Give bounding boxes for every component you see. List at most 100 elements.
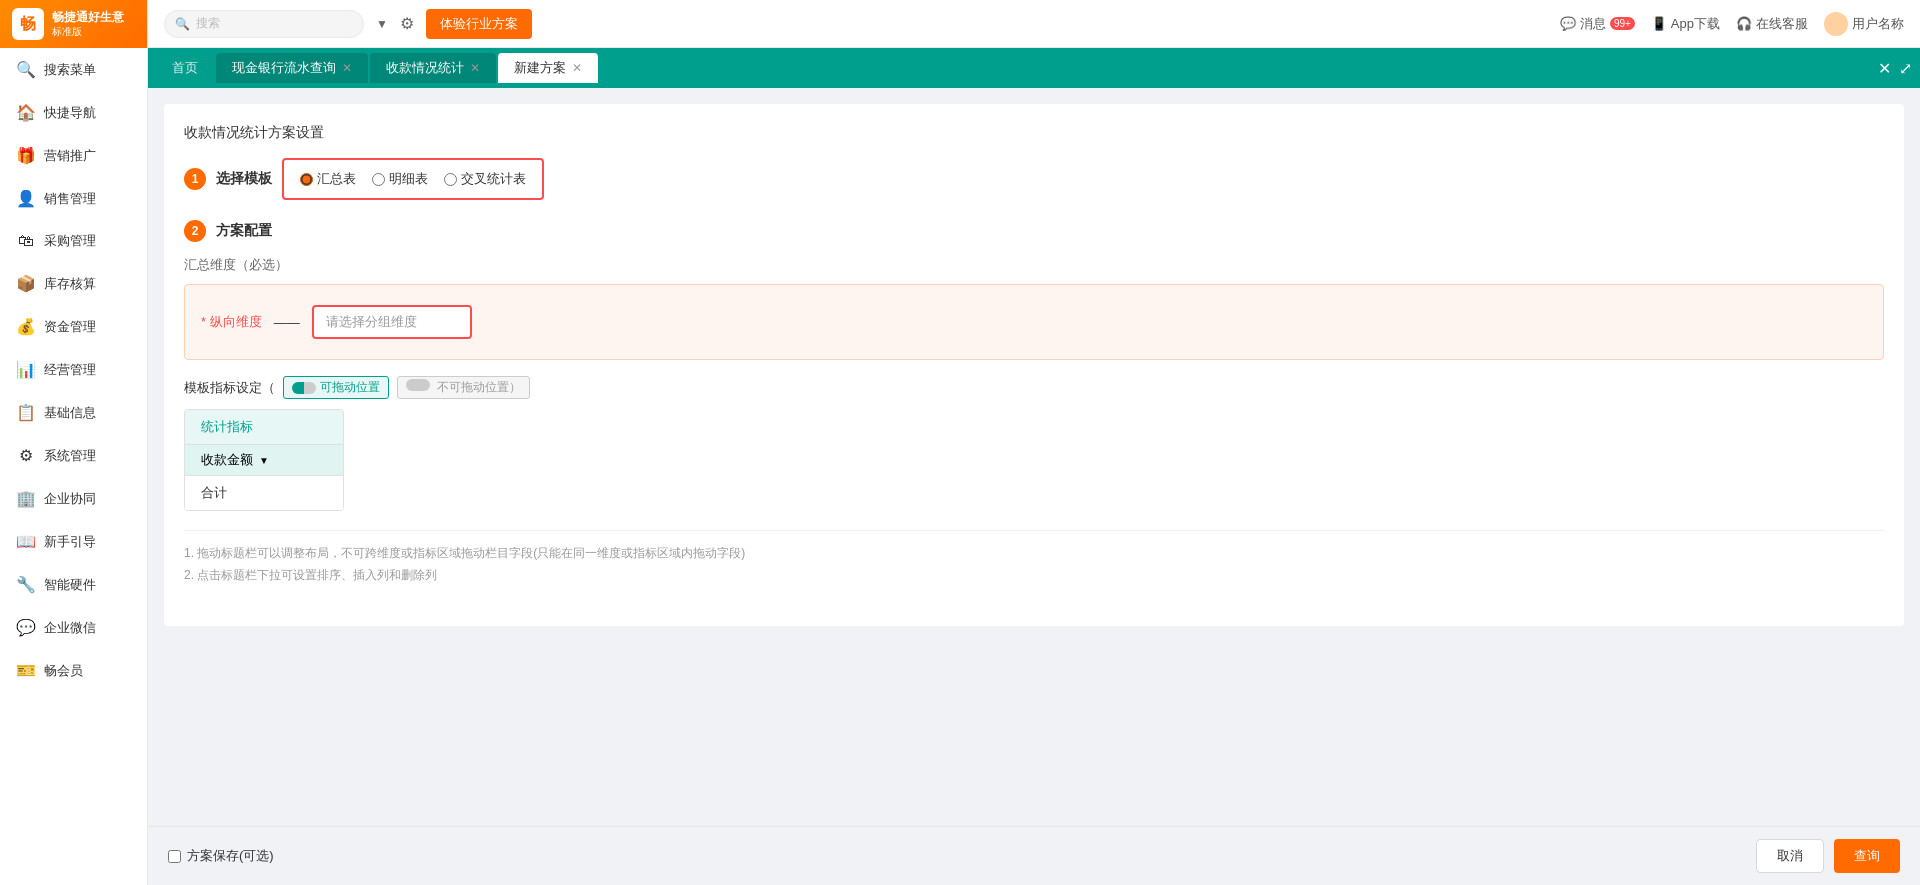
download-icon: 📱 <box>1651 16 1667 31</box>
user-action[interactable]: 用户名称 <box>1824 12 1904 36</box>
gear-icon: ⚙ <box>16 446 36 465</box>
message-badge: 99+ <box>1610 17 1635 30</box>
sidebar-item-hardware[interactable]: 🔧 智能硬件 <box>0 563 147 606</box>
tab-collection[interactable]: 收款情况统计 ✕ <box>370 53 496 83</box>
query-button[interactable]: 查询 <box>1834 839 1900 873</box>
tip1: 1. 拖动标题栏可以调整布局，不可跨维度或指标区域拖动栏目字段(只能在同一维度或… <box>184 543 1884 565</box>
dimension-section-title: 汇总维度（必选） <box>184 256 1884 274</box>
tab-new-plan[interactable]: 新建方案 ✕ <box>498 53 598 83</box>
sidebar-item-inventory[interactable]: 📦 库存核算 <box>0 262 147 305</box>
cancel-button[interactable]: 取消 <box>1756 839 1824 873</box>
message-icon: 💬 <box>1560 16 1576 31</box>
tip2: 2. 点击标题栏下拉可设置排序、插入列和删除列 <box>184 565 1884 587</box>
home-icon: 🏠 <box>16 103 36 122</box>
step1-number: 1 <box>184 168 206 190</box>
user-icon: 👤 <box>16 189 36 208</box>
building-icon: 🏢 <box>16 489 36 508</box>
message-action[interactable]: 💬 消息 99+ <box>1560 15 1635 33</box>
header: 🔍 搜索 ▼ ⚙ 体验行业方案 💬 消息 99+ 📱 App下载 🎧 在线客服 … <box>148 0 1920 48</box>
search-menu-icon: 🔍 <box>16 60 36 79</box>
template-radio-group: 汇总表 明细表 交叉统计表 <box>300 170 526 188</box>
close-window-icon[interactable]: ✕ <box>1878 59 1891 78</box>
search-icon: 🔍 <box>175 17 190 31</box>
wrench-icon: 🔧 <box>16 575 36 594</box>
step2-section: 2 方案配置 汇总维度（必选） * 纵向维度 —— 请选择分组维度 <box>184 220 1884 586</box>
book-icon: 📖 <box>16 532 36 551</box>
settings-button[interactable]: ⚙ <box>400 14 414 33</box>
indicator-title-text: 模板指标设定（ <box>184 379 275 397</box>
sidebar-item-guide[interactable]: 📖 新手引导 <box>0 520 147 563</box>
download-action[interactable]: 📱 App下载 <box>1651 15 1720 33</box>
logo-icon: 畅 <box>12 8 44 40</box>
tab-home[interactable]: 首页 <box>156 53 214 83</box>
box-icon: 📦 <box>16 274 36 293</box>
sidebar-item-nav[interactable]: 🏠 快捷导航 <box>0 91 147 134</box>
non-draggable-badge: 不可拖动位置） <box>397 376 530 399</box>
arrow-icon: —— <box>274 315 300 330</box>
dimension-box: * 纵向维度 —— 请选择分组维度 <box>184 284 1884 360</box>
sidebar-item-basic[interactable]: 📋 基础信息 <box>0 391 147 434</box>
industry-btn[interactable]: 体验行业方案 <box>426 9 532 39</box>
indicator-section: 模板指标设定（ 可拖动位置 不可拖动位置） 统计指标 <box>184 376 1884 514</box>
tips-section: 1. 拖动标题栏可以调整布局，不可跨维度或指标区域拖动栏目字段(只能在同一维度或… <box>184 530 1884 586</box>
step2-title: 方案配置 <box>216 222 272 240</box>
tab-bank[interactable]: 现金银行流水查询 ✕ <box>216 53 368 83</box>
indicator-column-header[interactable]: 收款金额 ▼ <box>185 445 343 476</box>
page-title: 收款情况统计方案设置 <box>184 124 1884 142</box>
sidebar-item-member[interactable]: 🎫 畅会员 <box>0 649 147 692</box>
service-action[interactable]: 🎧 在线客服 <box>1736 15 1808 33</box>
chart-icon: 📊 <box>16 360 36 379</box>
indicator-table: 统计指标 收款金额 ▼ 合计 <box>184 409 344 511</box>
sidebar-item-marketing[interactable]: 🎁 营销推广 <box>0 134 147 177</box>
sidebar-item-search[interactable]: 🔍 搜索菜单 <box>0 48 147 91</box>
tabs-controls: ✕ ⤢ <box>1878 59 1912 78</box>
dropdown-arrow-icon[interactable]: ▼ <box>376 17 388 31</box>
sidebar-item-operation[interactable]: 📊 经营管理 <box>0 348 147 391</box>
footer-buttons: 取消 查询 <box>1756 839 1900 873</box>
bag-icon: 🛍 <box>16 232 36 250</box>
template-options-box: 汇总表 明细表 交叉统计表 <box>282 158 544 200</box>
user-avatar <box>1824 12 1848 36</box>
gift-icon: 🎁 <box>16 146 36 165</box>
money-icon: 💰 <box>16 317 36 336</box>
dimension-select[interactable]: 请选择分组维度 <box>312 305 472 339</box>
header-actions: 💬 消息 99+ 📱 App下载 🎧 在线客服 用户名称 <box>1560 12 1904 36</box>
save-checkbox[interactable]: 方案保存(可选) <box>168 847 274 865</box>
main-area: 🔍 搜索 ▼ ⚙ 体验行业方案 💬 消息 99+ 📱 App下载 🎧 在线客服 … <box>148 0 1920 885</box>
service-icon: 🎧 <box>1736 16 1752 31</box>
main-card: 收款情况统计方案设置 1 选择模板 汇总表 <box>164 104 1904 626</box>
step1-title: 选择模板 <box>216 170 272 188</box>
step2-header: 2 方案配置 <box>184 220 1884 242</box>
step1-header: 1 选择模板 汇总表 明细表 <box>184 158 1884 200</box>
expand-window-icon[interactable]: ⤢ <box>1899 59 1912 78</box>
sidebar-logo: 畅 畅捷通好生意 标准版 <box>0 0 147 48</box>
vertical-dimension-label: * 纵向维度 <box>201 313 262 331</box>
clipboard-icon: 📋 <box>16 403 36 422</box>
radio-cross[interactable]: 交叉统计表 <box>444 170 526 188</box>
radio-detail[interactable]: 明细表 <box>372 170 428 188</box>
chevron-down-icon[interactable]: ▼ <box>259 455 269 466</box>
sidebar-item-enterprise[interactable]: 🏢 企业协同 <box>0 477 147 520</box>
logo-text: 畅捷通好生意 标准版 <box>52 10 124 39</box>
indicator-table-header: 统计指标 <box>185 410 343 445</box>
tab-collection-close[interactable]: ✕ <box>470 61 480 75</box>
indicator-total-row: 合计 <box>185 476 343 510</box>
save-checkbox-input[interactable] <box>168 850 181 863</box>
sidebar-item-system[interactable]: ⚙ 系统管理 <box>0 434 147 477</box>
vertical-dimension-row: * 纵向维度 —— 请选择分组维度 <box>201 305 1867 339</box>
footer: 方案保存(可选) 取消 查询 <box>148 826 1920 885</box>
step1-section: 1 选择模板 汇总表 明细表 <box>184 158 1884 200</box>
tab-bank-close[interactable]: ✕ <box>342 61 352 75</box>
tab-new-plan-close[interactable]: ✕ <box>572 61 582 75</box>
sidebar-item-wechat[interactable]: 💬 企业微信 <box>0 606 147 649</box>
search-bar[interactable]: 🔍 搜索 <box>164 10 364 38</box>
radio-summary[interactable]: 汇总表 <box>300 170 356 188</box>
ticket-icon: 🎫 <box>16 661 36 680</box>
sidebar-item-finance[interactable]: 💰 资金管理 <box>0 305 147 348</box>
sidebar-item-sales[interactable]: 👤 销售管理 <box>0 177 147 220</box>
chat-icon: 💬 <box>16 618 36 637</box>
draggable-badge: 可拖动位置 <box>283 376 389 399</box>
step2-number: 2 <box>184 220 206 242</box>
sidebar-item-purchase[interactable]: 🛍 采购管理 <box>0 220 147 262</box>
sidebar: 畅 畅捷通好生意 标准版 🔍 搜索菜单 🏠 快捷导航 🎁 营销推广 👤 销售管理… <box>0 0 148 885</box>
